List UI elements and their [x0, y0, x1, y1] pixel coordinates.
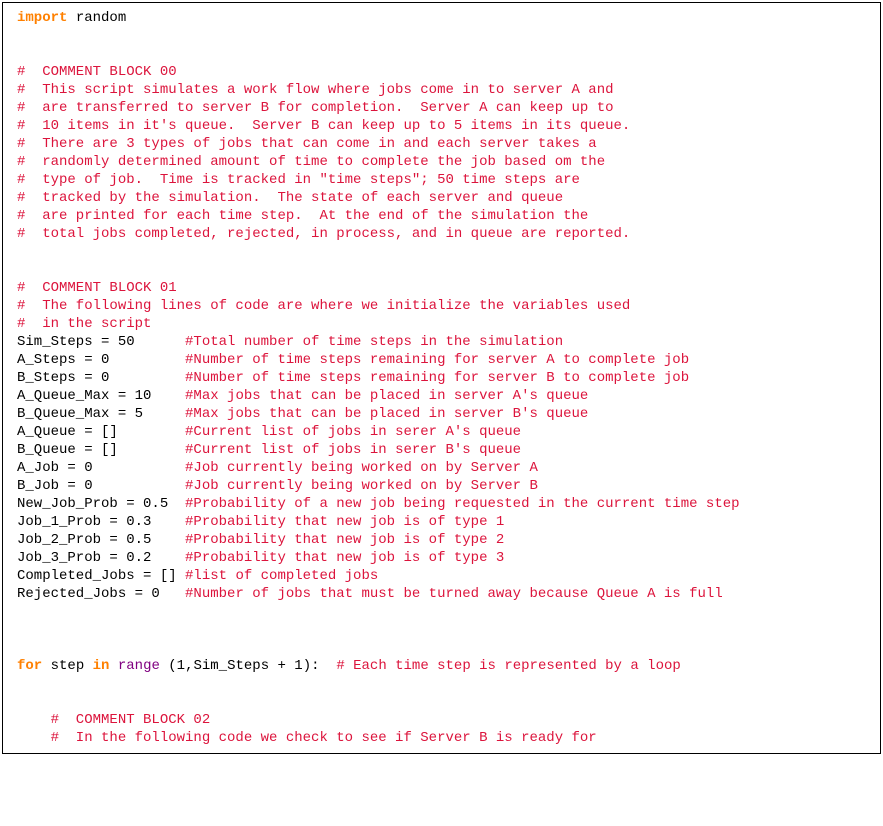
builtin-range: range: [118, 658, 160, 674]
assign-b-queue: B_Queue = []: [17, 442, 185, 458]
comment: # tracked by the simulation. The state o…: [17, 190, 563, 206]
comment: # are transferred to server B for comple…: [17, 100, 614, 116]
code-editor-viewport: import random # COMMENT BLOCK 00 # This …: [2, 2, 881, 754]
comment-block-00-header: # COMMENT BLOCK 00: [17, 64, 177, 80]
comment: #Current list of jobs in serer B's queue: [185, 442, 521, 458]
comment: # type of job. Time is tracked in "time …: [17, 172, 580, 188]
module-random: random: [67, 10, 126, 26]
assign-job2-prob: Job_2_Prob = 0.5: [17, 532, 185, 548]
comment: #Probability that new job is of type 3: [185, 550, 504, 566]
comment: # There are 3 types of jobs that can com…: [17, 136, 597, 152]
comment: #list of completed jobs: [185, 568, 378, 584]
comment: # are printed for each time step. At the…: [17, 208, 588, 224]
assign-b-queue-max: B_Queue_Max = 5: [17, 406, 185, 422]
comment: #Job currently being worked on by Server…: [185, 460, 538, 476]
assign-rejected-jobs: Rejected_Jobs = 0: [17, 586, 185, 602]
assign-a-steps: A_Steps = 0: [17, 352, 185, 368]
assign-job3-prob: Job_3_Prob = 0.2: [17, 550, 185, 566]
comment: # total jobs completed, rejected, in pro…: [17, 226, 630, 242]
assign-b-steps: B_Steps = 0: [17, 370, 185, 386]
comment: #Probability that new job is of type 2: [185, 532, 504, 548]
comment-block-01-header: # COMMENT BLOCK 01: [17, 280, 177, 296]
comment: #Number of time steps remaining for serv…: [185, 370, 689, 386]
comment: # randomly determined amount of time to …: [17, 154, 605, 170]
assign-a-queue: A_Queue = []: [17, 424, 185, 440]
comment: # in the script: [17, 316, 151, 332]
comment: #Total number of time steps in the simul…: [185, 334, 563, 350]
comment: #Job currently being worked on by Server…: [185, 478, 538, 494]
comment: # In the following code we check to see …: [17, 730, 597, 746]
assign-new-job-prob: New_Job_Prob = 0.5: [17, 496, 185, 512]
range-args: (1,Sim_Steps + 1):: [160, 658, 336, 674]
comment: # Each time step is represented by a loo…: [336, 658, 680, 674]
keyword-in: in: [93, 658, 110, 674]
assign-a-queue-max: A_Queue_Max = 10: [17, 388, 185, 404]
comment: #Max jobs that can be placed in server B…: [185, 406, 588, 422]
comment-block-02-header: # COMMENT BLOCK 02: [17, 712, 210, 728]
keyword-import: import: [17, 10, 67, 26]
assign-sim-steps: Sim_Steps = 50: [17, 334, 185, 350]
assign-b-job: B_Job = 0: [17, 478, 185, 494]
comment: #Probability of a new job being requeste…: [185, 496, 740, 512]
comment: #Probability that new job is of type 1: [185, 514, 504, 530]
comment: #Number of time steps remaining for serv…: [185, 352, 689, 368]
assign-a-job: A_Job = 0: [17, 460, 185, 476]
keyword-for: for: [17, 658, 42, 674]
code-block: import random # COMMENT BLOCK 00 # This …: [9, 5, 874, 751]
assign-completed-jobs: Completed_Jobs = []: [17, 568, 185, 584]
comment: #Number of jobs that must be turned away…: [185, 586, 723, 602]
comment: #Max jobs that can be placed in server A…: [185, 388, 588, 404]
comment: # This script simulates a work flow wher…: [17, 82, 614, 98]
loop-var-step: step: [42, 658, 92, 674]
assign-job1-prob: Job_1_Prob = 0.3: [17, 514, 185, 530]
comment: #Current list of jobs in serer A's queue: [185, 424, 521, 440]
comment: # The following lines of code are where …: [17, 298, 630, 314]
comment: # 10 items in it's queue. Server B can k…: [17, 118, 630, 134]
